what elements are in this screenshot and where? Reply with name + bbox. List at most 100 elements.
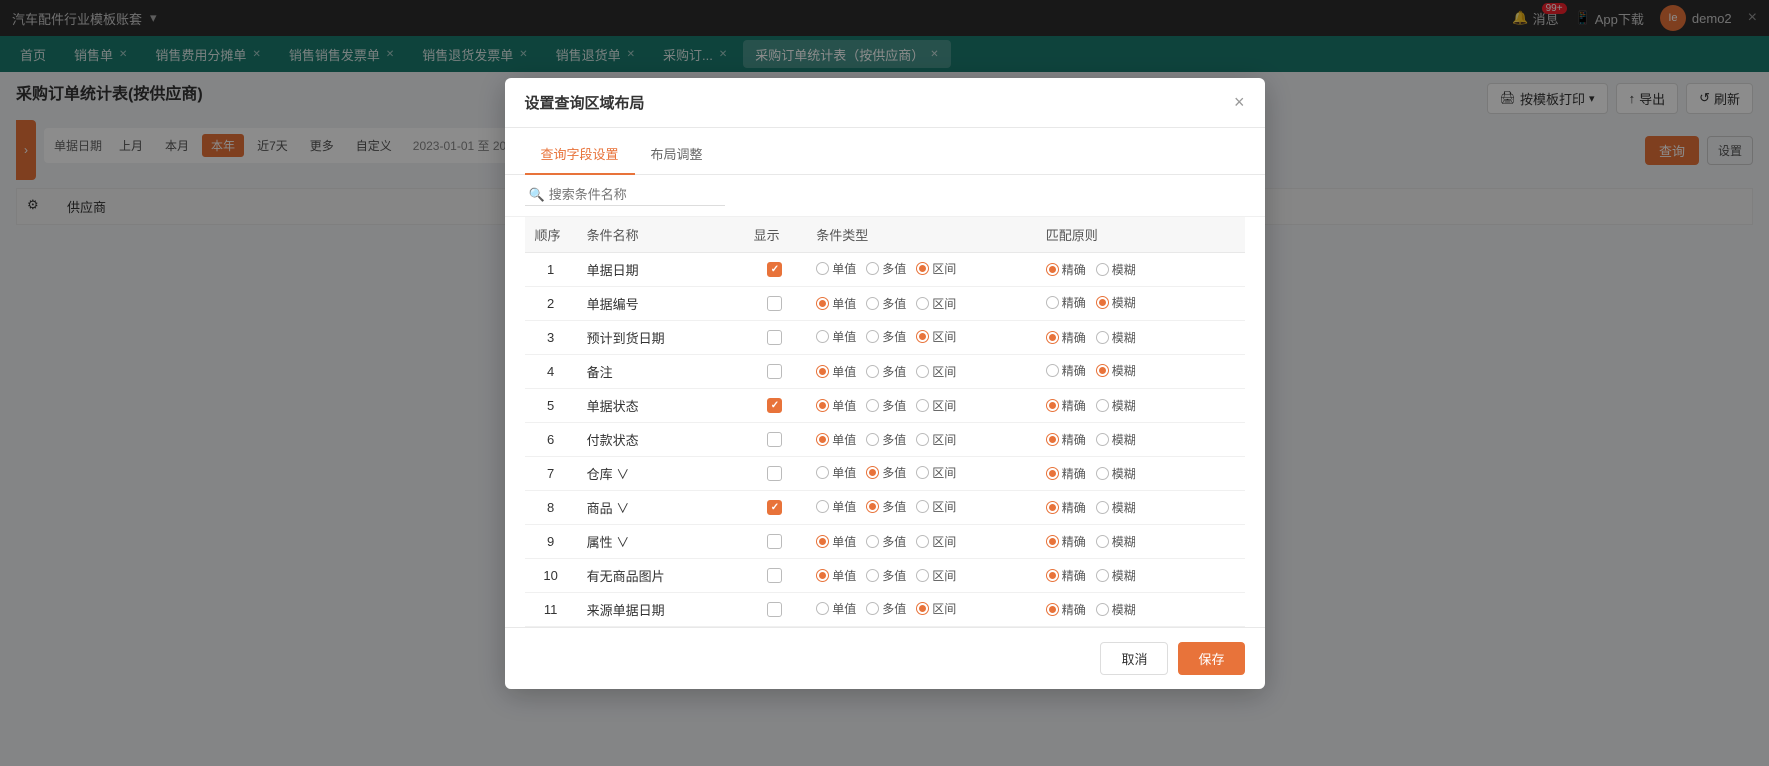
type-radio-多值[interactable]: 多值	[866, 328, 906, 345]
type-radio-区间[interactable]: 区间	[916, 600, 956, 617]
match-radio-精确[interactable]: 精确	[1046, 261, 1086, 278]
type-radio-区间[interactable]: 区间	[916, 397, 956, 414]
match-radio-模糊[interactable]: 模糊	[1096, 499, 1136, 516]
type-radio-多值[interactable]: 多值	[866, 295, 906, 312]
show-checkbox[interactable]	[767, 398, 782, 413]
cell-name: 备注	[577, 354, 744, 388]
match-radio-模糊[interactable]: 模糊	[1096, 294, 1136, 311]
match-radio-模糊[interactable]: 模糊	[1096, 601, 1136, 618]
type-radio-区间[interactable]: 区间	[916, 363, 956, 380]
radio-label: 模糊	[1112, 533, 1136, 550]
cell-show[interactable]	[744, 592, 807, 626]
show-checkbox[interactable]	[767, 432, 782, 447]
type-radio-单值[interactable]: 单值	[816, 567, 856, 584]
match-radio-精确[interactable]: 精确	[1046, 601, 1086, 618]
type-radio-多值[interactable]: 多值	[866, 464, 906, 481]
type-radio-区间[interactable]: 区间	[916, 498, 956, 515]
search-input[interactable]	[549, 187, 709, 202]
match-radio-精确[interactable]: 精确	[1046, 431, 1086, 448]
type-radio-单值[interactable]: 单值	[816, 431, 856, 448]
cell-show[interactable]	[744, 524, 807, 558]
match-radio-模糊[interactable]: 模糊	[1096, 431, 1136, 448]
type-radio-区间[interactable]: 区间	[916, 464, 956, 481]
cell-show[interactable]	[744, 354, 807, 388]
type-radio-单值[interactable]: 单值	[816, 328, 856, 345]
radio-circle	[1046, 569, 1059, 582]
type-radio-单值[interactable]: 单值	[816, 498, 856, 515]
type-radio-单值[interactable]: 单值	[816, 397, 856, 414]
match-radio-模糊[interactable]: 模糊	[1096, 362, 1136, 379]
radio-circle	[866, 262, 879, 275]
type-radio-单值[interactable]: 单值	[816, 600, 856, 617]
radio-circle	[916, 602, 929, 615]
cell-type: 单值多值区间	[806, 558, 1036, 592]
type-radio-多值[interactable]: 多值	[866, 498, 906, 515]
type-radio-单值[interactable]: 单值	[816, 363, 856, 380]
match-radio-精确[interactable]: 精确	[1046, 329, 1086, 346]
match-radio-精确[interactable]: 精确	[1046, 567, 1086, 584]
radio-circle	[916, 500, 929, 513]
type-radio-多值[interactable]: 多值	[866, 567, 906, 584]
cell-show[interactable]	[744, 252, 807, 286]
tab-layout[interactable]: 布局调整	[635, 138, 719, 175]
cell-show[interactable]	[744, 456, 807, 490]
dialog-close-button[interactable]: ×	[1234, 92, 1245, 113]
match-radio-精确[interactable]: 精确	[1046, 533, 1086, 550]
show-checkbox[interactable]	[767, 330, 782, 345]
cancel-button[interactable]: 取消	[1100, 642, 1168, 675]
match-radio-模糊[interactable]: 模糊	[1096, 567, 1136, 584]
radio-label: 多值	[882, 328, 906, 345]
match-radio-模糊[interactable]: 模糊	[1096, 465, 1136, 482]
cell-order: 4	[525, 354, 577, 388]
type-radio-多值[interactable]: 多值	[866, 600, 906, 617]
match-radio-模糊[interactable]: 模糊	[1096, 397, 1136, 414]
show-checkbox[interactable]	[767, 534, 782, 549]
type-radio-多值[interactable]: 多值	[866, 533, 906, 550]
show-checkbox[interactable]	[767, 262, 782, 277]
match-radio-精确[interactable]: 精确	[1046, 465, 1086, 482]
show-checkbox[interactable]	[767, 568, 782, 583]
match-radio-精确[interactable]: 精确	[1046, 362, 1086, 379]
match-radio-模糊[interactable]: 模糊	[1096, 533, 1136, 550]
cell-show[interactable]	[744, 490, 807, 524]
type-radio-单值[interactable]: 单值	[816, 260, 856, 277]
type-radio-区间[interactable]: 区间	[916, 431, 956, 448]
th-type: 条件类型	[806, 217, 1036, 253]
type-radio-区间[interactable]: 区间	[916, 533, 956, 550]
cell-show[interactable]	[744, 422, 807, 456]
cell-show[interactable]	[744, 286, 807, 320]
type-radio-多值[interactable]: 多值	[866, 397, 906, 414]
match-radio-精确[interactable]: 精确	[1046, 499, 1086, 516]
show-checkbox[interactable]	[767, 500, 782, 515]
radio-label: 模糊	[1112, 499, 1136, 516]
cell-match: 精确 模糊	[1036, 592, 1245, 626]
cell-show[interactable]	[744, 558, 807, 592]
match-radio-模糊[interactable]: 模糊	[1096, 261, 1136, 278]
radio-label: 单值	[832, 464, 856, 481]
type-radio-单值[interactable]: 单值	[816, 295, 856, 312]
match-radio-模糊[interactable]: 模糊	[1096, 329, 1136, 346]
cell-show[interactable]	[744, 320, 807, 354]
type-radio-区间[interactable]: 区间	[916, 260, 956, 277]
type-radio-多值[interactable]: 多值	[866, 260, 906, 277]
show-checkbox[interactable]	[767, 364, 782, 379]
cell-type: 单值多值区间	[806, 456, 1036, 490]
match-radio-精确[interactable]: 精确	[1046, 294, 1086, 311]
type-radio-多值[interactable]: 多值	[866, 431, 906, 448]
cell-show[interactable]	[744, 388, 807, 422]
table-row: 5单据状态单值多值区间精确模糊	[525, 388, 1245, 422]
tab-query-fields[interactable]: 查询字段设置	[525, 138, 635, 175]
cell-name: 属性 ∨	[577, 524, 744, 558]
show-checkbox[interactable]	[767, 296, 782, 311]
type-radio-区间[interactable]: 区间	[916, 295, 956, 312]
save-button[interactable]: 保存	[1178, 642, 1244, 675]
type-radio-区间[interactable]: 区间	[916, 328, 956, 345]
type-radio-多值[interactable]: 多值	[866, 363, 906, 380]
type-radio-区间[interactable]: 区间	[916, 567, 956, 584]
show-checkbox[interactable]	[767, 466, 782, 481]
radio-label: 模糊	[1112, 601, 1136, 618]
type-radio-单值[interactable]: 单值	[816, 464, 856, 481]
match-radio-精确[interactable]: 精确	[1046, 397, 1086, 414]
type-radio-单值[interactable]: 单值	[816, 533, 856, 550]
show-checkbox[interactable]	[767, 602, 782, 617]
